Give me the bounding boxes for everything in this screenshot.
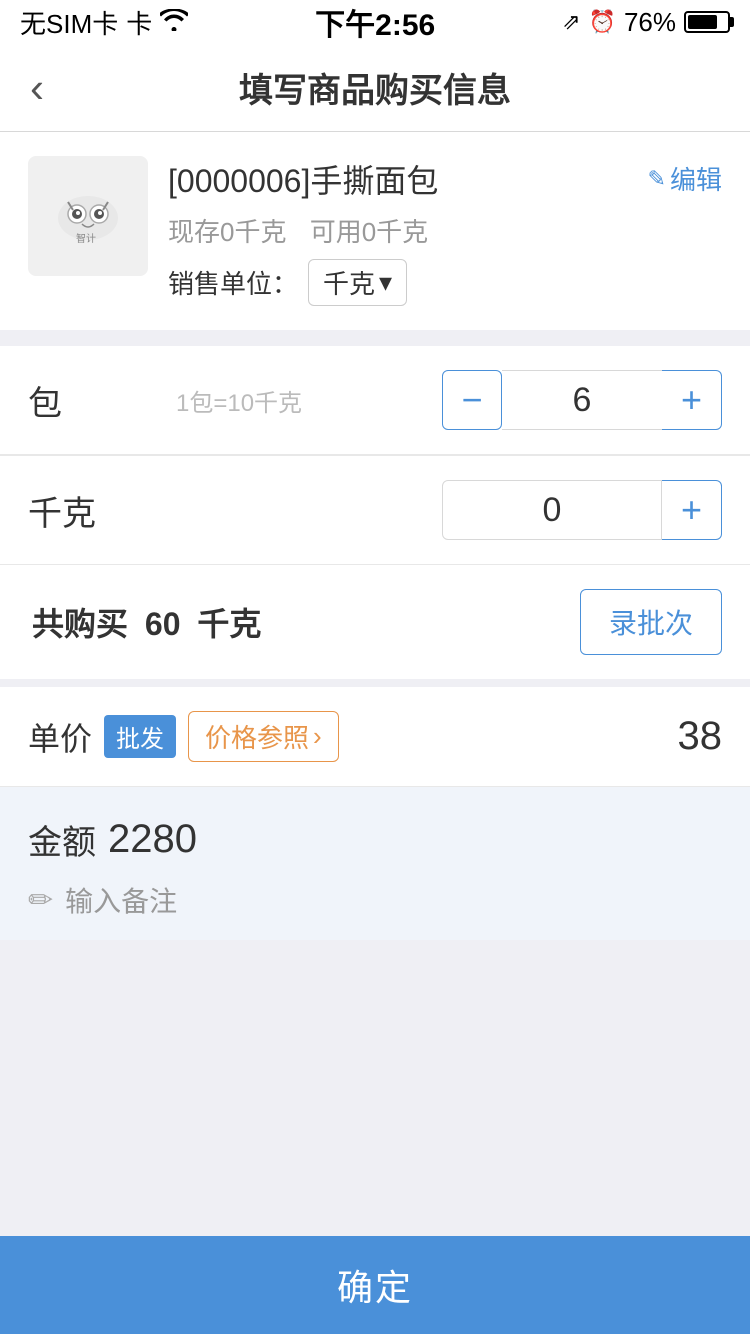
bao-qty-input[interactable] <box>502 370 662 430</box>
remark-placeholder: 输入备注 <box>65 880 177 920</box>
chevron-right-icon: › <box>313 721 322 752</box>
page-title: 填写商品购买信息 <box>239 63 511 112</box>
edit-button[interactable]: ✎ 编辑 <box>648 160 722 197</box>
nav-bar: ‹ 填写商品购买信息 <box>0 44 750 132</box>
price-section: 单价 批发 价格参照 › 38 <box>0 687 750 787</box>
amount-row: 金额 2280 <box>28 815 722 864</box>
total-row: 共购买 60 千克 录批次 <box>0 565 750 687</box>
available-label: 可用0千克 <box>310 217 428 247</box>
remark-row[interactable]: ✏ 输入备注 <box>28 880 722 920</box>
total-text: 共购买 60 千克 <box>28 599 265 645</box>
bao-increment-button[interactable]: + <box>662 370 722 430</box>
product-unit-row: 销售单位： 千克 ▾ <box>168 259 722 306</box>
bao-qty-control: − + <box>442 370 722 430</box>
amount-label: 金额 <box>28 815 96 864</box>
edit-icon: ✎ <box>648 166 666 192</box>
batch-button[interactable]: 录批次 <box>580 589 722 655</box>
confirm-button[interactable]: 确定 <box>0 1236 750 1334</box>
kg-increment-button[interactable]: + <box>662 480 722 540</box>
empty-area <box>0 940 750 1240</box>
total-amount: 60 <box>145 606 181 642</box>
product-card: 智计 [0000006]手撕面包 现存0千克 可用0千克 销售单位： 千克 ▾ <box>0 132 750 338</box>
kg-row: 千克 + <box>0 456 750 565</box>
status-time: 下午2:56 <box>315 0 435 44</box>
bao-label: 包 <box>28 376 168 425</box>
product-image: 智计 <box>28 156 148 276</box>
carrier-label: 无SIM卡 <box>20 4 118 41</box>
battery-percent: 76% <box>624 7 676 38</box>
total-prefix: 共购买 <box>32 606 128 642</box>
stock-label: 现存0千克 <box>168 217 286 247</box>
back-icon: ‹ <box>30 64 44 111</box>
kg-input-section: 千克 + <box>0 455 750 565</box>
wifi-icon <box>160 7 188 38</box>
status-bar: 无SIM卡 卡 下午2:56 ⇗ ⏰ 76% <box>0 0 750 44</box>
price-type-tag: 批发 <box>104 715 176 758</box>
bao-input-section: 包 1包=10千克 − + <box>0 346 750 455</box>
plus-icon: + <box>681 379 702 421</box>
product-stock: 现存0千克 可用0千克 <box>168 212 722 249</box>
price-ref-button[interactable]: 价格参照 › <box>188 711 339 762</box>
chevron-down-icon: ▾ <box>379 267 392 298</box>
plus-icon: + <box>681 489 702 531</box>
confirm-label: 确定 <box>337 1259 413 1311</box>
bao-decrement-button[interactable]: − <box>442 370 502 430</box>
unit-value: 千克 <box>323 264 375 301</box>
minus-icon: − <box>461 379 482 421</box>
product-logo-icon: 智计 <box>48 186 128 246</box>
price-label: 单价 <box>28 714 92 760</box>
kg-qty-input[interactable] <box>442 480 662 540</box>
status-left: 无SIM卡 卡 <box>20 4 188 41</box>
price-ref-label: 价格参照 <box>205 718 309 755</box>
product-name: [0000006]手撕面包 <box>168 156 722 202</box>
status-right: ⇗ ⏰ 76% <box>562 7 730 38</box>
kg-label: 千克 <box>28 486 168 535</box>
sim-icon: 卡 <box>126 4 152 41</box>
product-info: [0000006]手撕面包 现存0千克 可用0千克 销售单位： 千克 ▾ <box>168 156 722 306</box>
alarm-icon: ⏰ <box>589 9 616 35</box>
amount-section: 金额 2280 ✏ 输入备注 <box>0 787 750 940</box>
kg-qty-control: + <box>442 480 722 540</box>
back-button[interactable]: ‹ <box>20 54 54 122</box>
unit-label: 销售单位： <box>168 264 298 301</box>
amount-value: 2280 <box>108 817 197 862</box>
total-unit: 千克 <box>197 606 261 642</box>
battery-icon <box>684 11 730 33</box>
bao-row: 包 1包=10千克 − + <box>0 346 750 455</box>
bao-hint: 1包=10千克 <box>176 383 442 418</box>
edit-label: 编辑 <box>670 160 722 197</box>
location-icon: ⇗ <box>562 9 580 35</box>
unit-select[interactable]: 千克 ▾ <box>308 259 407 306</box>
svg-text:智计: 智计 <box>76 232 96 245</box>
price-value: 38 <box>678 714 723 759</box>
batch-label: 录批次 <box>609 608 693 639</box>
pencil-icon: ✏ <box>28 883 53 918</box>
